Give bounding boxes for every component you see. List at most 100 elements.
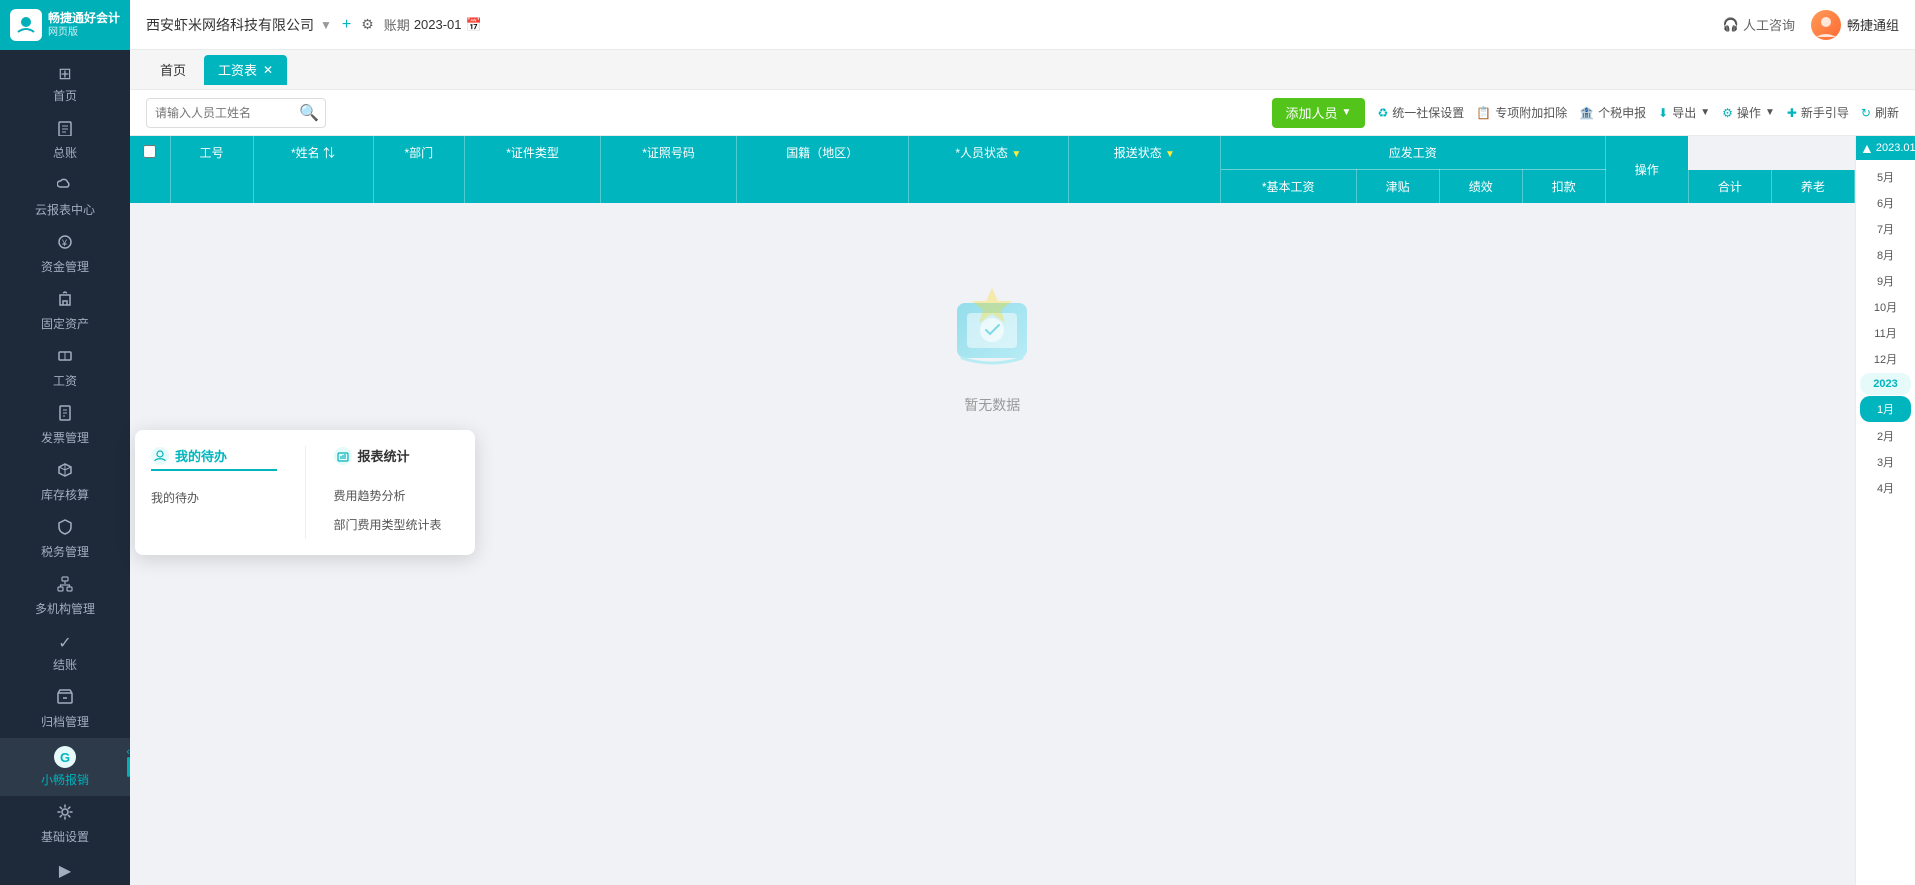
th-performance: 绩效	[1439, 170, 1522, 204]
right-calendar: ▲ 2023.01 ▼ 5月 6月 7月 8月 9月 10月 11月 12月 2…	[1855, 136, 1915, 885]
user-info[interactable]: 畅捷通组	[1811, 10, 1899, 40]
ops-icon: ⚙	[1722, 106, 1733, 120]
tab-salary-table[interactable]: 工资表 ✕	[204, 55, 287, 85]
calendar-months: 5月 6月 7月 8月 9月 10月 11月 12月 2023 1月 2月 3月…	[1856, 160, 1915, 885]
tab-home[interactable]: 首页	[146, 55, 200, 85]
th-id-number: *证照号码	[601, 136, 737, 170]
search-input-wrap[interactable]: 🔍	[146, 98, 326, 128]
th-empty8	[908, 170, 1068, 204]
popup-item-cost-trend[interactable]: 费用趋势分析	[334, 481, 460, 510]
export-arrow-icon: ▼	[1700, 107, 1710, 118]
company-name: 西安虾米网络科技有限公司	[146, 15, 314, 35]
sidebar-item-fixed-assets[interactable]: 固定资产	[0, 283, 130, 340]
month-3[interactable]: 3月	[1856, 449, 1915, 475]
tab-close-icon[interactable]: ✕	[263, 63, 273, 77]
sidebar-item-ledger[interactable]: 总账	[0, 112, 130, 169]
month-8[interactable]: 8月	[1856, 242, 1915, 268]
month-10[interactable]: 10月	[1856, 294, 1915, 320]
th-total: 合计	[1688, 170, 1771, 204]
th-empty6	[601, 170, 737, 204]
th-person-status: *人员状态 ▼	[908, 136, 1068, 170]
popup-section2-title: 报表统计	[334, 446, 460, 469]
todo-icon	[151, 447, 169, 465]
popup-col-todo: 我的待办 我的待办	[151, 446, 277, 539]
topbar: 西安虾米网络科技有限公司 ▼ + ⚙ 账期 2023-01 📅 🎧 人工咨询	[130, 0, 1915, 50]
sidebar-item-archive[interactable]: 归档管理	[0, 681, 130, 738]
sidebar-item-invoice[interactable]: 发票管理	[0, 397, 130, 454]
search-icon: 🔍	[299, 103, 319, 123]
sidebar: 畅捷通好会计 网页版 ⊞ 首页 总账 云报表中心 ¥ 资金管理	[0, 0, 130, 885]
home-icon: ⊞	[58, 64, 71, 84]
month-1[interactable]: 1月	[1860, 396, 1911, 422]
tax-icon: 🏦	[1579, 106, 1594, 120]
new-guide-btn[interactable]: ✚ 新手引导	[1787, 104, 1849, 121]
calendar-prev-icon[interactable]: ▲	[1858, 140, 1876, 156]
th-salary-group: 应发工资	[1220, 136, 1605, 170]
headset-icon: 🎧	[1723, 17, 1739, 33]
month-6[interactable]: 6月	[1856, 190, 1915, 216]
dropdown-arrow-icon: ▼	[320, 18, 332, 32]
th-id-type: *证件类型	[465, 136, 601, 170]
add-icon[interactable]: +	[342, 16, 351, 34]
social-icon: ♻	[1377, 106, 1388, 120]
sidebar-item-multi-org[interactable]: 多机构管理	[0, 568, 130, 625]
th-dept: *部门	[373, 136, 465, 170]
th-checkbox[interactable]	[130, 136, 170, 170]
month-11[interactable]: 11月	[1856, 320, 1915, 346]
th-operations: 操作	[1605, 136, 1688, 203]
refresh-btn[interactable]: ↻ 刷新	[1861, 104, 1899, 121]
month-4[interactable]: 4月	[1856, 475, 1915, 501]
select-all-checkbox[interactable]	[143, 145, 156, 158]
th-empty4	[373, 170, 465, 204]
popup-item-my-todo[interactable]: 我的待办	[151, 483, 277, 512]
empty-text: 暂无数据	[964, 395, 1020, 415]
invoice-icon	[57, 405, 73, 426]
th-empty9	[1068, 170, 1220, 204]
sidebar-item-guide[interactable]: ▶ 新手引导	[0, 853, 130, 885]
month-12[interactable]: 12月	[1856, 346, 1915, 372]
month-2[interactable]: 2月	[1856, 423, 1915, 449]
calendar-header: ▲ 2023.01 ▼	[1856, 136, 1915, 160]
popup-divider	[305, 446, 306, 539]
month-9[interactable]: 9月	[1856, 268, 1915, 294]
operations-btn[interactable]: ⚙ 操作 ▼	[1722, 104, 1775, 121]
salary-icon	[57, 348, 73, 369]
personal-tax-btn[interactable]: 🏦 个税申报	[1579, 104, 1646, 121]
company-selector[interactable]: 西安虾米网络科技有限公司 ▼	[146, 15, 332, 35]
th-report-status: 报送状态 ▼	[1068, 136, 1220, 170]
add-person-button[interactable]: 添加人员 ▼	[1272, 98, 1366, 128]
sidebar-item-tax[interactable]: 税务管理	[0, 511, 130, 568]
period-selector[interactable]: 账期 2023-01 📅	[384, 15, 482, 34]
search-input[interactable]	[155, 106, 295, 120]
th-pension: 养老	[1771, 170, 1854, 204]
dropdown-popup: 我的待办 我的待办 报表统计 费用趋势分析 部门费用类型统计表	[135, 430, 475, 555]
sidebar-item-home[interactable]: ⊞ 首页	[0, 56, 130, 112]
th-employee-id: 工号	[170, 136, 253, 170]
popup-item-dept-cost[interactable]: 部门费用类型统计表	[334, 510, 460, 539]
guide-icon: ▶	[59, 861, 71, 881]
sidebar-item-closing[interactable]: ✓ 结账	[0, 625, 130, 681]
ops-arrow-icon: ▼	[1765, 107, 1775, 118]
th-empty2	[170, 170, 253, 204]
popup-col-report: 报表统计 费用趋势分析 部门费用类型统计表	[334, 446, 460, 539]
export-btn[interactable]: ⬇ 导出 ▼	[1658, 104, 1710, 121]
sidebar-item-xiaochang[interactable]: G 小畅报销 ‹	[0, 738, 130, 796]
settings-icon[interactable]: ⚙	[361, 16, 374, 33]
th-nationality: 国籍（地区）	[736, 136, 908, 170]
sidebar-item-inventory[interactable]: 库存核算	[0, 454, 130, 511]
sidebar-item-fund[interactable]: ¥ 资金管理	[0, 226, 130, 283]
th-allowance: 津贴	[1356, 170, 1439, 204]
tabs-bar: 首页 工资表 ✕	[130, 50, 1915, 90]
calendar-icon: 📅	[466, 17, 482, 33]
sidebar-item-basic-settings[interactable]: 基础设置	[0, 796, 130, 853]
popup-section1-title: 我的待办	[151, 446, 277, 471]
fund-icon: ¥	[57, 234, 73, 255]
sidebar-item-salary[interactable]: 工资	[0, 340, 130, 397]
settings-icon	[57, 804, 73, 825]
customer-service[interactable]: 🎧 人工咨询	[1723, 15, 1795, 34]
social-insurance-btn[interactable]: ♻ 统一社保设置	[1377, 104, 1464, 121]
special-deduction-btn[interactable]: 📋 专项附加扣除	[1476, 104, 1567, 121]
month-5[interactable]: 5月	[1856, 164, 1915, 190]
month-7[interactable]: 7月	[1856, 216, 1915, 242]
sidebar-item-cloud-report[interactable]: 云报表中心	[0, 169, 130, 226]
